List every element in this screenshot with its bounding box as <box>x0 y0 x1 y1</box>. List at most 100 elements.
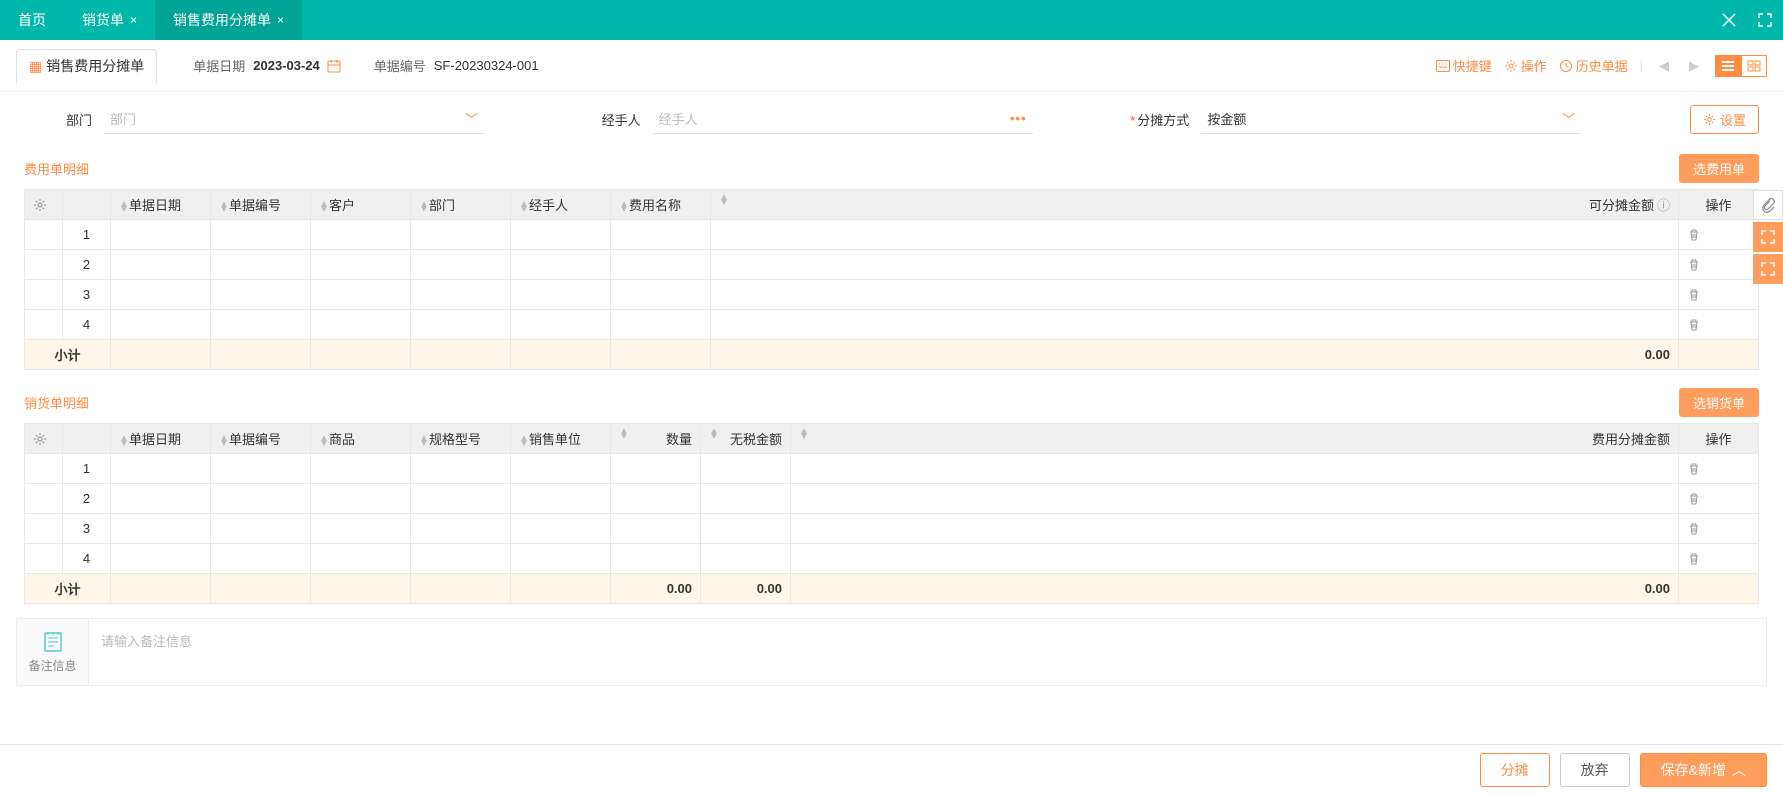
expand-button-2[interactable] <box>1753 254 1783 284</box>
remarks-panel: 备注信息 请输入备注信息 <box>16 618 1767 686</box>
fee-detail-section: 费用单明细 选费用单 ▲▼单据日期 ▲▼单据编号 ▲▼客户 ▲▼部门 ▲▼经手人… <box>0 154 1783 370</box>
expand-icon <box>1760 229 1776 245</box>
keyboard-icon <box>1436 60 1450 72</box>
gear-icon <box>33 432 47 446</box>
table-row[interactable]: 1 <box>25 454 1759 484</box>
col-handler[interactable]: ▲▼经手人 <box>511 190 611 220</box>
handler-label: 经手人 <box>573 110 653 129</box>
table-row[interactable]: 4 <box>25 544 1759 574</box>
handler-group: 经手人 经手人 ••• <box>573 104 1122 134</box>
save-new-button[interactable]: 保存&新增︿ <box>1640 753 1767 787</box>
col-product[interactable]: ▲▼商品 <box>311 424 411 454</box>
col-date[interactable]: ▲▼单据日期 <box>111 190 211 220</box>
paperclip-icon <box>1760 197 1776 213</box>
col-num[interactable]: ▲▼单据编号 <box>211 190 311 220</box>
table-row[interactable]: 2 <box>25 484 1759 514</box>
view-list-button[interactable] <box>1715 55 1741 77</box>
calendar-icon[interactable] <box>326 58 342 74</box>
tab-sales-fee-alloc[interactable]: 销售费用分摊单× <box>155 0 302 40</box>
gear-icon <box>1703 113 1716 126</box>
allocate-button[interactable]: 分摊 <box>1480 753 1550 787</box>
close-icon[interactable]: × <box>277 13 284 27</box>
gear-column[interactable] <box>25 190 63 220</box>
close-icon[interactable]: × <box>130 13 137 27</box>
dept-label: 部门 <box>24 110 104 129</box>
delete-icon[interactable] <box>1687 228 1750 242</box>
history-icon <box>1559 59 1573 73</box>
table-row[interactable]: 1 <box>25 220 1759 250</box>
table-row[interactable]: 3 <box>25 280 1759 310</box>
delete-icon[interactable] <box>1687 492 1750 506</box>
document-type-tab[interactable]: ▦ 销售费用分摊单 <box>16 49 157 84</box>
discard-button[interactable]: 放弃 <box>1560 753 1630 787</box>
gear-icon <box>33 198 47 212</box>
col-num[interactable]: ▲▼单据编号 <box>211 424 311 454</box>
fee-subtotal-row: 小计 0.00 <box>25 340 1759 370</box>
col-notax[interactable]: ▲▼无税金额 <box>701 424 791 454</box>
attachment-button[interactable] <box>1753 190 1783 220</box>
remarks-input[interactable]: 请输入备注信息 <box>89 619 1766 685</box>
rownum-header <box>63 424 111 454</box>
remarks-label-block: 备注信息 <box>17 619 89 685</box>
operations-link[interactable]: 操作 <box>1504 56 1547 75</box>
more-icon: ••• <box>1010 111 1027 126</box>
col-feename[interactable]: ▲▼费用名称 <box>611 190 711 220</box>
delete-icon[interactable] <box>1687 552 1750 566</box>
col-op: 操作 <box>1679 190 1759 220</box>
delete-icon[interactable] <box>1687 522 1750 536</box>
col-op: 操作 <box>1679 424 1759 454</box>
dept-select[interactable]: 部门 ﹀ <box>104 104 484 134</box>
prev-arrow-icon[interactable]: ◀ <box>1655 58 1673 74</box>
gear-icon <box>1504 59 1518 73</box>
delete-icon[interactable] <box>1687 258 1750 272</box>
footer-actions: 分摊 放弃 保存&新增︿ <box>0 744 1783 795</box>
close-panel-button[interactable] <box>1711 0 1747 40</box>
shortcut-link[interactable]: 快捷键 <box>1436 56 1492 75</box>
table-row[interactable]: 2 <box>25 250 1759 280</box>
fee-section-title: 费用单明细 <box>24 159 89 178</box>
chevron-down-icon: ﹀ <box>465 109 478 128</box>
dept-group: 部门 部门 ﹀ <box>24 104 573 134</box>
gear-column[interactable] <box>25 424 63 454</box>
col-customer[interactable]: ▲▼客户 <box>311 190 411 220</box>
fullscreen-button[interactable] <box>1747 0 1783 40</box>
delete-icon[interactable] <box>1687 318 1750 332</box>
expand-icon <box>1760 261 1776 277</box>
col-unit[interactable]: ▲▼销售单位 <box>511 424 611 454</box>
help-icon[interactable]: ⓘ <box>1657 198 1670 213</box>
side-rail <box>1753 190 1783 286</box>
col-dept[interactable]: ▲▼部门 <box>411 190 511 220</box>
next-arrow-icon[interactable]: ▶ <box>1685 58 1703 74</box>
fee-table: ▲▼单据日期 ▲▼单据编号 ▲▼客户 ▲▼部门 ▲▼经手人 ▲▼费用名称 ▲▼可… <box>24 189 1759 370</box>
document-header: ▦ 销售费用分摊单 单据日期 2023-03-24 单据编号 SF-202303… <box>0 40 1783 92</box>
tab-home[interactable]: 首页 <box>0 0 64 40</box>
col-allocamt[interactable]: ▲▼可分摊金额ⓘ <box>711 190 1679 220</box>
expand-button-1[interactable] <box>1753 222 1783 252</box>
chevron-up-icon: ︿ <box>1732 760 1746 780</box>
view-toggle <box>1715 55 1767 77</box>
method-select[interactable]: 按金额 ﹀ <box>1201 104 1581 134</box>
col-feealloc[interactable]: ▲▼费用分摊金额 <box>791 424 1679 454</box>
select-fee-button[interactable]: 选费用单 <box>1679 154 1759 183</box>
delete-icon[interactable] <box>1687 288 1750 302</box>
tab-sales-order[interactable]: 销货单× <box>64 0 155 40</box>
sales-subtotal-row: 小计 0.00 0.00 0.00 <box>25 574 1759 604</box>
col-qty[interactable]: ▲▼数量 <box>611 424 701 454</box>
method-label: *分摊方式 <box>1121 110 1201 129</box>
delete-icon[interactable] <box>1687 462 1750 476</box>
col-date[interactable]: ▲▼单据日期 <box>111 424 211 454</box>
handler-select[interactable]: 经手人 ••• <box>653 104 1033 134</box>
chevron-down-icon: ﹀ <box>1562 109 1575 128</box>
sales-table: ▲▼单据日期 ▲▼单据编号 ▲▼商品 ▲▼规格型号 ▲▼销售单位 ▲▼数量 ▲▼… <box>24 423 1759 604</box>
table-row[interactable]: 3 <box>25 514 1759 544</box>
top-tab-bar: 首页 销货单× 销售费用分摊单× <box>0 0 1783 40</box>
note-icon <box>42 631 64 653</box>
settings-button[interactable]: 设置 <box>1690 105 1759 134</box>
history-link[interactable]: 历史单据 <box>1559 56 1628 75</box>
col-spec[interactable]: ▲▼规格型号 <box>411 424 511 454</box>
sales-detail-section: 销货单明细 选销货单 ▲▼单据日期 ▲▼单据编号 ▲▼商品 ▲▼规格型号 ▲▼销… <box>0 388 1783 604</box>
select-sales-button[interactable]: 选销货单 <box>1679 388 1759 417</box>
date-value[interactable]: 2023-03-24 <box>253 58 320 73</box>
table-row[interactable]: 4 <box>25 310 1759 340</box>
view-grid-button[interactable] <box>1741 55 1767 77</box>
